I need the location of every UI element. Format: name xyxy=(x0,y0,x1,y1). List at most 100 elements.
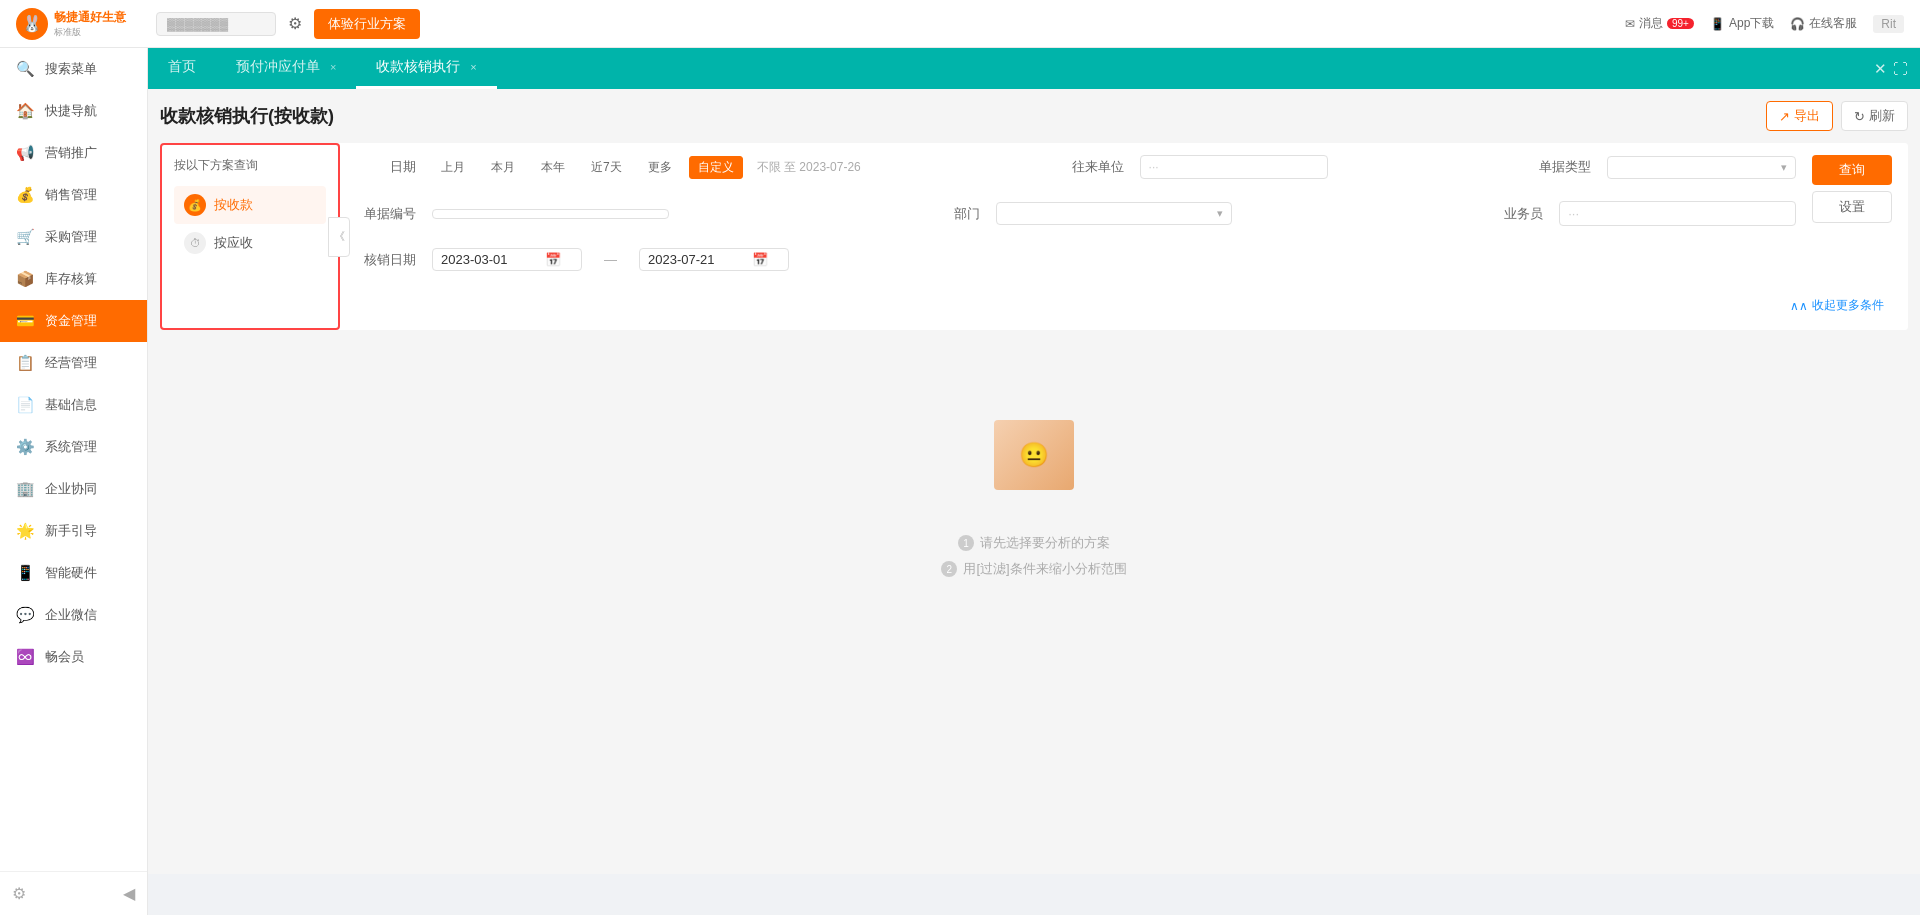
message-btn[interactable]: ✉ 消息 99+ xyxy=(1625,15,1694,32)
filter-collapse-btn[interactable]: 《 xyxy=(328,217,350,257)
receipt-icon: 💰 xyxy=(184,194,206,216)
app-icon: 📱 xyxy=(1710,17,1725,31)
doc-filter-row: 单据编号 部门 ▾ 业务员 xyxy=(356,201,1796,226)
writeoff-end-field[interactable]: 2023-07-21 xyxy=(648,252,748,267)
doc-type-select[interactable]: ▾ xyxy=(1607,156,1796,179)
page-tabbar: 首页 预付冲应付单 × 收款核销执行 × ✕ ⛶ xyxy=(148,48,1920,89)
sidebar-item-purchase[interactable]: 🛒 采购管理 xyxy=(0,216,147,258)
dept-select[interactable]: ▾ xyxy=(996,202,1233,225)
date-filter-row: 日期 上月 本月 本年 近7天 更多 自定义 不限 至 2023-07-26 xyxy=(356,155,1796,179)
date-btn-this-year[interactable]: 本年 xyxy=(532,156,574,179)
sidebar-item-enterprise[interactable]: 🏢 企业协同 xyxy=(0,468,147,510)
page-header: 收款核销执行(按收款) ↗ 导出 ↻ 刷新 xyxy=(160,101,1908,131)
tab-receivables[interactable]: 收款核销执行 × xyxy=(356,48,496,89)
date-btn-last-month[interactable]: 上月 xyxy=(432,156,474,179)
sidebar-item-search-menu[interactable]: 🔍 搜索菜单 xyxy=(0,48,147,90)
message-icon: ✉ xyxy=(1625,17,1635,31)
star-icon: 🌟 xyxy=(16,522,35,540)
date-btn-more[interactable]: 更多 xyxy=(639,156,681,179)
date-label: 日期 xyxy=(356,158,416,176)
export-icon: ↗ xyxy=(1779,109,1790,124)
date-options: 上月 本月 本年 近7天 更多 自定义 不限 至 2023-07-26 xyxy=(432,156,861,179)
filter-fields: 日期 上月 本月 本年 近7天 更多 自定义 不限 至 2023-07-26 xyxy=(340,143,1908,330)
company-selector[interactable]: ▓▓▓▓▓▓▓ xyxy=(156,12,276,36)
collapse-more-btn[interactable]: ∧∧ 收起更多条件 xyxy=(1782,293,1892,318)
date-btn-this-month[interactable]: 本月 xyxy=(482,156,524,179)
refresh-btn[interactable]: ↻ 刷新 xyxy=(1841,101,1908,131)
step-2-num: 2 xyxy=(941,561,957,577)
sidebar-bottom: ⚙ ◀ xyxy=(0,871,147,915)
app-download-btn[interactable]: 📱 App下载 xyxy=(1710,15,1774,32)
calendar-start-icon[interactable]: 📅 xyxy=(545,252,561,267)
empty-text-1: 1 请先选择要分析的方案 xyxy=(958,534,1110,552)
sidebar-item-system[interactable]: ⚙️ 系统管理 xyxy=(0,426,147,468)
sidebar-item-inventory[interactable]: 📦 库存核算 xyxy=(0,258,147,300)
tab-close-prepay[interactable]: × xyxy=(330,61,336,73)
sidebar-item-quick-nav[interactable]: 🏠 快捷导航 xyxy=(0,90,147,132)
sidebar-item-basic-info[interactable]: 📄 基础信息 xyxy=(0,384,147,426)
step-1-num: 1 xyxy=(958,535,974,551)
counterpart-input[interactable]: ··· xyxy=(1140,155,1329,179)
filter-option-by-receipt[interactable]: 💰 按收款 xyxy=(174,186,326,224)
settings-icon[interactable]: ⚙ xyxy=(284,10,306,37)
logo-text: 畅捷通好生意 标准版 xyxy=(54,9,126,39)
refresh-icon: ↻ xyxy=(1854,109,1865,124)
device-icon: 📱 xyxy=(16,564,35,582)
online-service-btn[interactable]: 🎧 在线客服 xyxy=(1790,15,1857,32)
tab-expand-btn[interactable]: ⛶ xyxy=(1893,60,1908,77)
salesperson-input[interactable]: ··· xyxy=(1559,201,1796,226)
doc-type-label: 单据类型 xyxy=(1531,158,1591,176)
cart-icon: 🛒 xyxy=(16,228,35,246)
setting-btn[interactable]: 设置 xyxy=(1812,191,1892,223)
topbar: 🐰 畅捷通好生意 标准版 ▓▓▓▓▓▓▓ ⚙ 体验行业方案 ✉ 消息 99+ 📱… xyxy=(0,0,1920,48)
sidebar-item-funds[interactable]: 💳 资金管理 xyxy=(0,300,147,342)
username-display: Rit xyxy=(1873,15,1904,33)
date-range-display: 不限 至 2023-07-26 xyxy=(757,159,861,176)
sidebar: 🔍 搜索菜单 🏠 快捷导航 📢 营销推广 💰 销售管理 🛒 采购管理 📦 库存核… xyxy=(0,48,148,915)
tab-prepay[interactable]: 预付冲应付单 × xyxy=(216,48,356,89)
doc-number-input[interactable] xyxy=(432,209,669,219)
industry-btn[interactable]: 体验行业方案 xyxy=(314,9,420,39)
query-btn[interactable]: 查询 xyxy=(1812,155,1892,185)
writeoff-start-field[interactable]: 2023-03-01 xyxy=(441,252,541,267)
money-icon: 💰 xyxy=(16,186,35,204)
tab-close-receivables[interactable]: × xyxy=(470,61,476,73)
tab-home[interactable]: 首页 xyxy=(148,48,216,89)
main: 首页 预付冲应付单 × 收款核销执行 × ✕ ⛶ 收款核销执行(按收款) ↗ 导… xyxy=(148,48,1920,915)
export-btn[interactable]: ↗ 导出 xyxy=(1766,101,1833,131)
sidebar-item-guide[interactable]: 🌟 新手引导 xyxy=(0,510,147,552)
sidebar-item-sales[interactable]: 💰 销售管理 xyxy=(0,174,147,216)
empty-state: 😐 1 请先选择要分析的方案 2 用[过滤]条件来缩小分析范围 xyxy=(160,330,1908,658)
sidebar-collapse-icon[interactable]: ◀ xyxy=(123,884,135,903)
home-icon: 🏠 xyxy=(16,102,35,120)
empty-illustration: 😐 xyxy=(984,410,1084,510)
writeoff-end-input[interactable]: 2023-07-21 📅 xyxy=(639,248,789,271)
date-btn-custom[interactable]: 自定义 xyxy=(689,156,743,179)
megaphone-icon: 📢 xyxy=(16,144,35,162)
writeoff-date-label: 核销日期 xyxy=(356,251,416,269)
sidebar-item-member[interactable]: ♾️ 畅会员 xyxy=(0,636,147,678)
page-title: 收款核销执行(按收款) xyxy=(160,104,334,128)
writeoff-start-input[interactable]: 2023-03-01 📅 xyxy=(432,248,582,271)
clipboard-icon: 📋 xyxy=(16,354,35,372)
filter-scheme-panel: 按以下方案查询 💰 按收款 ⏱ 按应收 《 xyxy=(160,143,340,330)
calendar-end-icon[interactable]: 📅 xyxy=(752,252,768,267)
message-badge: 99+ xyxy=(1667,18,1694,29)
tab-close-btn[interactable]: ✕ xyxy=(1874,60,1887,78)
sidebar-item-marketing[interactable]: 📢 营销推广 xyxy=(0,132,147,174)
page-actions: ↗ 导出 ↻ 刷新 xyxy=(1766,101,1908,131)
empty-box: 😐 xyxy=(994,420,1074,490)
card-icon: 💳 xyxy=(16,312,35,330)
date-btn-7days[interactable]: 近7天 xyxy=(582,156,631,179)
sidebar-item-hardware[interactable]: 📱 智能硬件 xyxy=(0,552,147,594)
doc-icon: 📄 xyxy=(16,396,35,414)
empty-face-icon: 😐 xyxy=(1019,441,1049,469)
bottom-settings-icon[interactable]: ⚙ xyxy=(12,884,26,903)
topbar-right: ✉ 消息 99+ 📱 App下载 🎧 在线客服 Rit xyxy=(1625,15,1904,33)
doc-number-label: 单据编号 xyxy=(356,205,416,223)
dept-label: 部门 xyxy=(920,205,980,223)
sidebar-item-wechat[interactable]: 💬 企业微信 xyxy=(0,594,147,636)
filter-option-by-receivable[interactable]: ⏱ 按应收 xyxy=(174,224,326,262)
headset-icon: 🎧 xyxy=(1790,17,1805,31)
sidebar-item-operations[interactable]: 📋 经营管理 xyxy=(0,342,147,384)
